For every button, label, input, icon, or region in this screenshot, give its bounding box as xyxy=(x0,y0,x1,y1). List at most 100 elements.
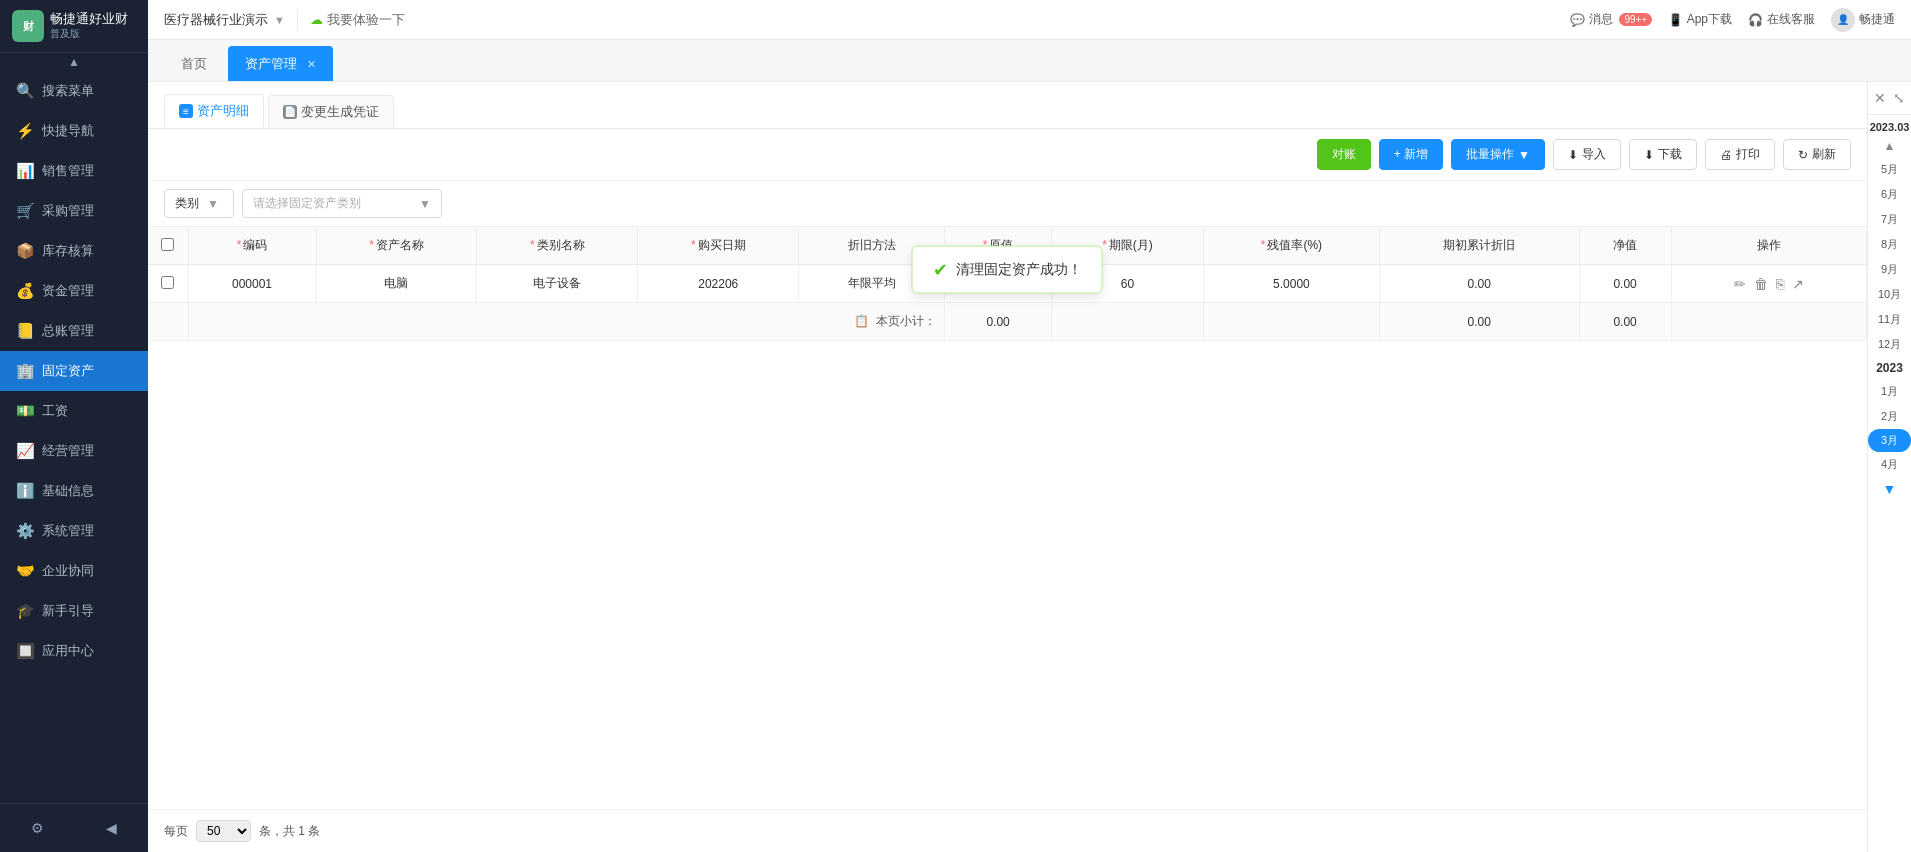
experience-label: 我要体验一下 xyxy=(327,11,405,29)
right-panel-expand-icon[interactable]: ⤡ xyxy=(1891,88,1907,108)
sidebar-item-inventory[interactable]: 📦 库存核算 xyxy=(0,231,148,271)
messages-label: 消息 xyxy=(1589,11,1613,28)
book-icon: 📒 xyxy=(16,322,34,340)
experience-button[interactable]: ☁ 我要体验一下 xyxy=(310,11,405,29)
rp-month-10[interactable]: 10月 xyxy=(1868,282,1911,307)
sidebar-item-system[interactable]: ⚙️ 系统管理 xyxy=(0,511,148,551)
tab-close-icon[interactable]: ✕ xyxy=(307,58,316,70)
rp-month-11[interactable]: 11月 xyxy=(1868,307,1911,332)
reconcile-button[interactable]: 对账 xyxy=(1317,139,1371,170)
right-panel-scroll-down-icon[interactable]: ▼ xyxy=(1879,477,1901,501)
asset-table-container: *编码 *资产名称 *类别名称 *购买日期 折旧方法 *原值 *期限(月) *残… xyxy=(148,227,1867,809)
toolbar: 对账 + 新增 批量操作 ▼ ⬇ 导入 ⬇ 下载 xyxy=(148,129,1867,181)
rp-month-4[interactable]: 4月 xyxy=(1868,452,1911,477)
success-toast: ✔ 清理固定资产成功！ xyxy=(912,245,1103,293)
app-name: 畅捷通好业财 xyxy=(50,11,128,28)
sidebar-item-capital[interactable]: 💰 资金管理 xyxy=(0,271,148,311)
row-net-value: 0.00 xyxy=(1579,265,1671,303)
print-button[interactable]: 🖨 打印 xyxy=(1705,139,1775,170)
online-service-button[interactable]: 🎧 在线客服 xyxy=(1748,11,1815,28)
sidebar-item-guide[interactable]: 🎓 新手引导 xyxy=(0,591,148,631)
messages-button[interactable]: 💬 消息 99++ xyxy=(1570,11,1651,28)
success-message: 清理固定资产成功！ xyxy=(956,260,1082,278)
new-button[interactable]: + 新增 xyxy=(1379,139,1443,170)
tab-home[interactable]: 首页 xyxy=(164,46,224,81)
refresh-button[interactable]: ↻ 刷新 xyxy=(1783,139,1851,170)
chart-icon: 📊 xyxy=(16,162,34,180)
sidebar-item-operations[interactable]: 📈 经营管理 xyxy=(0,431,148,471)
col-initial-accumulated: 期初累计折旧 xyxy=(1379,227,1579,265)
row-residual-rate: 5.0000 xyxy=(1203,265,1379,303)
right-panel-close-icon[interactable]: ✕ xyxy=(1872,88,1888,108)
user-menu[interactable]: 👤 畅捷通 xyxy=(1831,8,1895,32)
rp-month-8[interactable]: 8月 xyxy=(1868,232,1911,257)
subtotal-initial-accumulated: 0.00 xyxy=(1379,303,1579,341)
info-icon: ℹ️ xyxy=(16,482,34,500)
import-button[interactable]: ⬇ 导入 xyxy=(1553,139,1621,170)
right-panel-year-label: 2023.03 xyxy=(1867,115,1911,135)
category-value-dropdown[interactable]: 请选择固定资产类别 ▼ xyxy=(242,189,442,218)
row-code: 000001 xyxy=(188,265,316,303)
rp-month-6[interactable]: 6月 xyxy=(1868,182,1911,207)
company-name: 医疗器械行业演示 xyxy=(164,11,268,29)
category-type-select[interactable]: 类别 ▼ xyxy=(164,189,234,218)
sidebar-item-appcenter[interactable]: 🔲 应用中心 xyxy=(0,631,148,671)
service-icon: 🎧 xyxy=(1748,13,1763,27)
topbar-divider-1 xyxy=(297,10,298,30)
rp-month-2[interactable]: 2月 xyxy=(1868,404,1911,429)
download-button[interactable]: ⬇ 下载 xyxy=(1629,139,1697,170)
app-download-button[interactable]: 📱 App下载 xyxy=(1668,11,1732,28)
select-all-checkbox[interactable] xyxy=(161,238,174,251)
delete-icon[interactable]: 🗑 xyxy=(1754,276,1768,292)
row-category: 电子设备 xyxy=(477,265,638,303)
messages-badge: 99++ xyxy=(1619,13,1651,26)
company-selector[interactable]: 医疗器械行业演示 ▼ xyxy=(164,11,285,29)
sidebar-item-ledger[interactable]: 📒 总账管理 xyxy=(0,311,148,351)
rp-month-7[interactable]: 7月 xyxy=(1868,207,1911,232)
row-purchase-date: 202206 xyxy=(638,265,799,303)
sidebar-item-fixedasset[interactable]: 🏢 固定资产 xyxy=(0,351,148,391)
collapse-icon: ◀ xyxy=(106,820,117,836)
main-area: 医疗器械行业演示 ▼ ☁ 我要体验一下 💬 消息 99++ 📱 App下载 🎧 … xyxy=(148,0,1911,852)
rp-month-12[interactable]: 12月 xyxy=(1868,332,1911,357)
download-icon: ⬇ xyxy=(1644,148,1654,162)
app-version: 普及版 xyxy=(50,27,128,41)
subtab-asset-detail[interactable]: ≡ 资产明细 xyxy=(164,94,264,128)
toolbar-actions: 对账 + 新增 批量操作 ▼ ⬇ 导入 ⬇ 下载 xyxy=(1317,139,1851,170)
per-page-select[interactable]: 50 10 20 100 xyxy=(196,820,251,842)
subtotal-net-value: 0.00 xyxy=(1579,303,1671,341)
row-initial-accumulated: 0.00 xyxy=(1379,265,1579,303)
sidebar-settings-button[interactable]: ⚙ xyxy=(0,812,74,844)
sidebar-item-sales[interactable]: 📊 销售管理 xyxy=(0,151,148,191)
sidebar-item-salary[interactable]: 💵 工资 xyxy=(0,391,148,431)
rp-month-1[interactable]: 1月 xyxy=(1868,379,1911,404)
user-name: 畅捷通 xyxy=(1859,11,1895,28)
batch-button[interactable]: 批量操作 ▼ xyxy=(1451,139,1545,170)
right-panel: ✕ ⤡ 2023.03 ▲ 5月 6月 7月 8月 9月 10月 11月 12月… xyxy=(1867,82,1911,852)
sidebar-collapse-button[interactable]: ◀ xyxy=(74,812,148,844)
sidebar-item-enterprise[interactable]: 🤝 企业协同 xyxy=(0,551,148,591)
app-download-label: App下载 xyxy=(1687,11,1732,28)
edit-icon[interactable]: ✏ xyxy=(1734,276,1746,292)
rp-month-9[interactable]: 9月 xyxy=(1868,257,1911,282)
box-icon: 📦 xyxy=(16,242,34,260)
sidebar-scroll-up[interactable]: ▲ xyxy=(0,53,148,71)
right-panel-up-icon[interactable]: ▲ xyxy=(1880,135,1900,157)
col-code: *编码 xyxy=(188,227,316,265)
rp-month-5[interactable]: 5月 xyxy=(1868,157,1911,182)
lightning-icon: ⚡ xyxy=(16,122,34,140)
sidebar-item-basicinfo[interactable]: ℹ️ 基础信息 xyxy=(0,471,148,511)
more-icon[interactable]: ↗ xyxy=(1792,276,1804,292)
col-name: *资产名称 xyxy=(316,227,477,265)
sidebar-item-search[interactable]: 🔍 搜索菜单 xyxy=(0,71,148,111)
sidebar-item-purchase[interactable]: 🛒 采购管理 xyxy=(0,191,148,231)
sidebar-item-quicknav[interactable]: ⚡ 快捷导航 xyxy=(0,111,148,151)
total-label: 条，共 1 条 xyxy=(259,823,320,840)
row-checkbox[interactable] xyxy=(161,276,174,289)
copy-icon[interactable]: ⎘ xyxy=(1776,276,1784,292)
asset-detail-tab-icon: ≡ xyxy=(179,104,193,118)
subtab-voucher-gen[interactable]: 📄 变更生成凭证 xyxy=(268,95,394,128)
rp-year-divider: 2023 xyxy=(1876,357,1903,379)
tab-asset-mgmt[interactable]: 资产管理 ✕ xyxy=(228,46,333,81)
rp-month-3[interactable]: 3月 xyxy=(1868,429,1911,452)
